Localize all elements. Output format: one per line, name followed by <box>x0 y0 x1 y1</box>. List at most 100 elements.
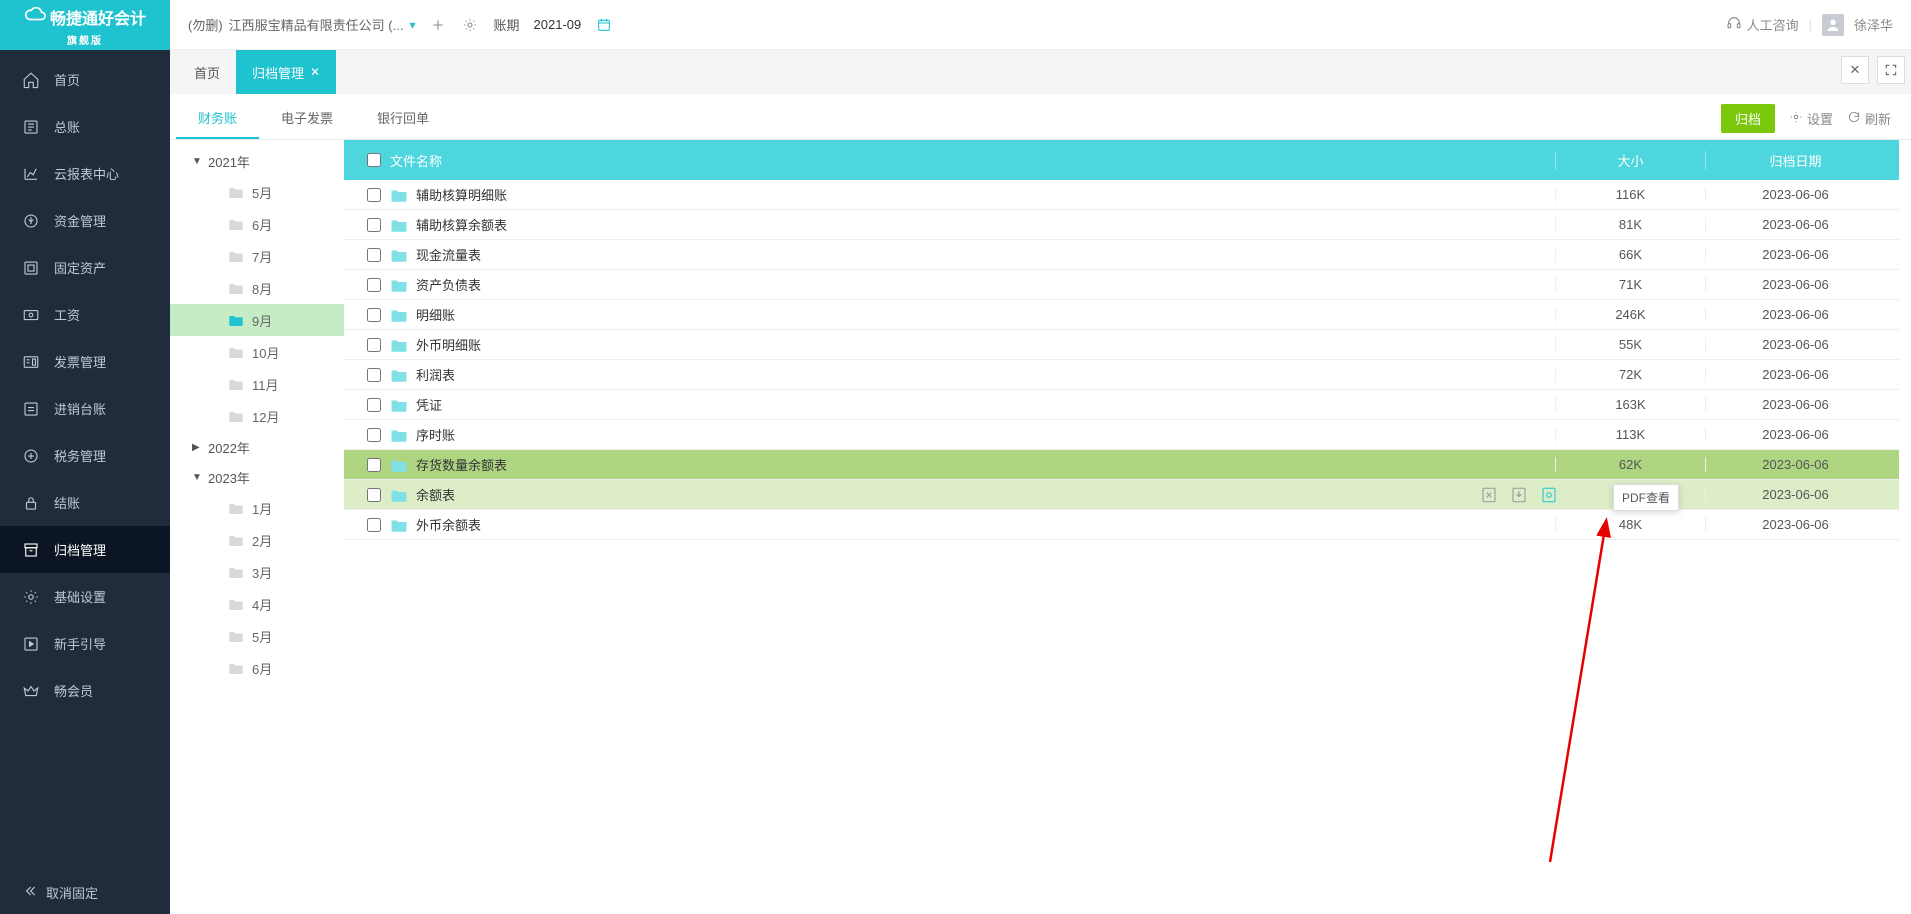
folder-icon <box>228 345 244 359</box>
tree-month[interactable]: 4月 <box>170 588 344 620</box>
row-date: 2023-06-06 <box>1762 187 1829 202</box>
inner-tab-finance[interactable]: 财务账 <box>176 98 259 139</box>
nav-invoice[interactable]: 发票管理 <box>0 338 170 385</box>
tree-month[interactable]: 6月 <box>170 652 344 684</box>
table-row[interactable]: 凭证163K2023-06-06 <box>344 390 1899 420</box>
inner-tab-bank[interactable]: 银行回单 <box>355 98 451 139</box>
row-name: 余额表 <box>416 485 455 504</box>
nav-fund[interactable]: 资金管理 <box>0 197 170 244</box>
row-size: 116K <box>1616 187 1645 202</box>
table-row[interactable]: 辅助核算余额表81K2023-06-06 <box>344 210 1899 240</box>
tree-year-2023[interactable]: ▼2023年 <box>170 462 344 492</box>
table-row[interactable]: 资产负债表71K2023-06-06 <box>344 270 1899 300</box>
archive-button[interactable]: 归档 <box>1721 104 1775 133</box>
table-row[interactable]: 现金流量表66K2023-06-06 <box>344 240 1899 270</box>
tree-month[interactable]: 5月 <box>170 176 344 208</box>
toolbar: 归档 设置 刷新 <box>1721 104 1905 139</box>
nav-asset[interactable]: 固定资产 <box>0 244 170 291</box>
sidebar-unpin[interactable]: 取消固定 <box>0 870 170 914</box>
tree-year-label: 2023年 <box>208 468 250 487</box>
download-excel-icon[interactable] <box>1479 485 1499 505</box>
tree-month[interactable]: 2月 <box>170 524 344 556</box>
table-row[interactable]: 存货数量余额表62K2023-06-06 <box>344 450 1899 480</box>
row-checkbox[interactable] <box>367 308 381 322</box>
nav-salary[interactable]: 工资 <box>0 291 170 338</box>
close-icon[interactable]: ✕ <box>310 65 320 79</box>
tree-month-label: 12月 <box>252 407 279 426</box>
nav-ledger[interactable]: 总账 <box>0 103 170 150</box>
inner-tab-einvoice[interactable]: 电子发票 <box>259 98 355 139</box>
gear-icon <box>22 588 40 606</box>
fund-icon <box>22 212 40 230</box>
nav-archive[interactable]: 归档管理 <box>0 526 170 573</box>
inner-tab-label: 电子发票 <box>281 111 333 126</box>
row-name: 明细账 <box>416 305 455 324</box>
nav-guide[interactable]: 新手引导 <box>0 620 170 667</box>
tree-pane: ▼2021年 5月6月7月8月9月10月11月12月 ▶2022年 ▼2023年… <box>170 140 344 914</box>
avatar[interactable] <box>1822 14 1844 36</box>
row-date: 2023-06-06 <box>1762 487 1829 502</box>
tree-month[interactable]: 3月 <box>170 556 344 588</box>
consult-link[interactable]: 人工咨询 <box>1726 15 1799 34</box>
tree-month-label: 10月 <box>252 343 279 362</box>
tab-home[interactable]: 首页 <box>178 50 236 94</box>
tree-month[interactable]: 1月 <box>170 492 344 524</box>
row-checkbox[interactable] <box>367 518 381 532</box>
settings-button[interactable] <box>461 16 479 34</box>
row-checkbox[interactable] <box>367 338 381 352</box>
tree-year-2021[interactable]: ▼2021年 <box>170 146 344 176</box>
row-size: 72K <box>1619 367 1642 382</box>
settings-link[interactable]: 设置 <box>1789 109 1833 128</box>
row-checkbox[interactable] <box>367 218 381 232</box>
row-checkbox[interactable] <box>367 428 381 442</box>
folder-icon <box>390 517 408 533</box>
row-checkbox[interactable] <box>367 248 381 262</box>
row-checkbox[interactable] <box>367 278 381 292</box>
row-checkbox[interactable] <box>367 398 381 412</box>
download-pdf-icon[interactable] <box>1509 485 1529 505</box>
tree-month[interactable]: 12月 <box>170 400 344 432</box>
add-company-button[interactable] <box>429 16 447 34</box>
company-selector[interactable]: (勿删) 江西服宝精品有限责任公司 (... ▾ <box>188 15 415 34</box>
row-checkbox[interactable] <box>367 188 381 202</box>
close-all-tabs-button[interactable]: ✕ <box>1841 56 1869 84</box>
tree-month[interactable]: 9月 <box>170 304 344 336</box>
row-checkbox[interactable] <box>367 458 381 472</box>
settings-label: 设置 <box>1807 109 1833 128</box>
nav-home[interactable]: 首页 <box>0 56 170 103</box>
table-row[interactable]: 外币余额表48K2023-06-06 <box>344 510 1899 540</box>
tree-month[interactable]: 6月 <box>170 208 344 240</box>
nav-tax[interactable]: 税务管理 <box>0 432 170 479</box>
nav-report[interactable]: 云报表中心 <box>0 150 170 197</box>
row-checkbox[interactable] <box>367 368 381 382</box>
nav-close[interactable]: 结账 <box>0 479 170 526</box>
collapse-icon <box>22 883 38 902</box>
table-row[interactable]: 明细账246K2023-06-06 <box>344 300 1899 330</box>
table-row[interactable]: 外币明细账55K2023-06-06 <box>344 330 1899 360</box>
nav-member[interactable]: 畅会员 <box>0 667 170 714</box>
tree-month[interactable]: 10月 <box>170 336 344 368</box>
tab-archive[interactable]: 归档管理 ✕ <box>236 50 336 94</box>
row-checkbox[interactable] <box>367 488 381 502</box>
table-row[interactable]: 辅助核算明细账116K2023-06-06 <box>344 180 1899 210</box>
top-header: (勿删) 江西服宝精品有限责任公司 (... ▾ 账期 2021-09 人工咨询… <box>170 0 1911 50</box>
headset-icon <box>1726 15 1742 34</box>
tree-month[interactable]: 7月 <box>170 240 344 272</box>
select-all-checkbox[interactable] <box>367 153 381 167</box>
calendar-button[interactable] <box>595 16 613 34</box>
table-row[interactable]: 余额表PDF查看3K2023-06-06 <box>344 480 1899 510</box>
fullscreen-button[interactable] <box>1877 56 1905 84</box>
refresh-link[interactable]: 刷新 <box>1847 109 1891 128</box>
tree-month[interactable]: 8月 <box>170 272 344 304</box>
tree-month[interactable]: 11月 <box>170 368 344 400</box>
table-row[interactable]: 利润表72K2023-06-06 <box>344 360 1899 390</box>
tree-month[interactable]: 5月 <box>170 620 344 652</box>
tree-month-label: 1月 <box>252 499 272 518</box>
row-date: 2023-06-06 <box>1762 517 1829 532</box>
nav-basic[interactable]: 基础设置 <box>0 573 170 620</box>
tree-year-2022[interactable]: ▶2022年 <box>170 432 344 462</box>
table-row[interactable]: 序时账113K2023-06-06 <box>344 420 1899 450</box>
row-name: 资产负债表 <box>416 275 481 294</box>
view-pdf-icon[interactable] <box>1539 485 1559 505</box>
nav-inout[interactable]: 进销台账 <box>0 385 170 432</box>
